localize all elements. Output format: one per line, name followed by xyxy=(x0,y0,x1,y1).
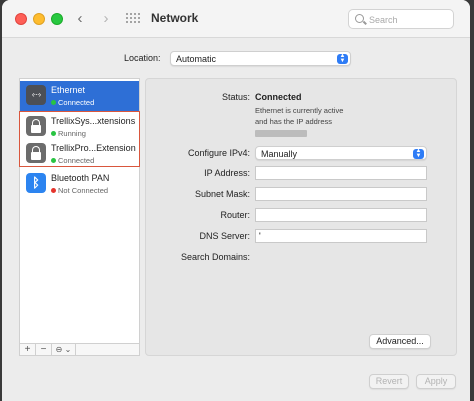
service-name: Bluetooth PAN xyxy=(51,173,110,183)
status-value: Connected xyxy=(255,92,302,102)
service-name: TrellixSys...xtensions xyxy=(51,116,136,126)
status-dot xyxy=(51,188,56,193)
service-name: Ethernet xyxy=(51,85,86,95)
status-description-text: Ethernet is currently active and has the… xyxy=(255,106,344,126)
status-dot xyxy=(51,100,56,105)
back-chevron-icon[interactable]: ‹ xyxy=(73,10,87,28)
location-popup[interactable]: Automatic ▲ ▼ xyxy=(170,51,351,66)
router-label: Router: xyxy=(220,210,250,220)
search-domains-label: Search Domains: xyxy=(180,252,250,262)
service-item-trellix-pro-extension[interactable]: TrellixPro...Extension Connected xyxy=(20,139,139,169)
popup-chevron-icon: ▲ ▼ xyxy=(337,53,348,64)
search-box[interactable] xyxy=(348,9,454,29)
network-window: ‹ › Network Location: Automatic ▲▼ ‹···›… xyxy=(2,0,470,401)
location-value: Automatic xyxy=(176,54,217,64)
subnet-mask-field[interactable] xyxy=(255,187,427,201)
service-item-bluetooth-pan[interactable]: ᛒ Bluetooth PAN Not Connected xyxy=(20,169,139,199)
router-field[interactable] xyxy=(255,208,427,222)
service-status: Connected xyxy=(58,98,95,107)
dns-server-field[interactable] xyxy=(255,229,427,243)
ethernet-icon: ‹···› xyxy=(26,85,46,105)
status-dot xyxy=(51,158,56,163)
status-label: Status: xyxy=(221,92,250,102)
lock-icon xyxy=(26,143,46,163)
show-all-grid-icon[interactable] xyxy=(126,13,140,25)
service-status: Running xyxy=(58,129,86,138)
minimize-button[interactable] xyxy=(33,13,45,25)
service-name: TrellixPro...Extension xyxy=(51,143,136,153)
close-button[interactable] xyxy=(15,13,27,25)
service-status: Not Connected xyxy=(58,186,109,195)
service-list: ‹···› Ethernet Connected TrellixSys...xt… xyxy=(19,78,140,356)
ip-address-label: IP Address: xyxy=(204,168,250,178)
configure-ipv4-value: Manually xyxy=(261,149,298,159)
redacted-ip xyxy=(255,129,307,137)
revert-button[interactable]: Revert xyxy=(369,374,409,389)
subnet-mask-label: Subnet Mask: xyxy=(194,189,250,199)
status-description: Ethernet is currently active and has the… xyxy=(255,105,355,138)
search-input[interactable] xyxy=(369,13,449,26)
ip-address-field[interactable] xyxy=(255,166,427,180)
add-service-button[interactable]: + xyxy=(20,344,36,355)
remove-service-button[interactable]: − xyxy=(36,344,52,355)
bluetooth-icon: ᛒ xyxy=(26,173,46,193)
search-icon xyxy=(355,14,364,23)
zoom-button[interactable] xyxy=(51,13,63,25)
configure-ipv4-label: Configure IPv4: xyxy=(187,148,250,158)
service-item-ethernet[interactable]: ‹···› Ethernet Connected xyxy=(20,81,139,111)
title-bar: ‹ › Network xyxy=(2,0,470,38)
configure-ipv4-popup[interactable]: Manually ▲ ▼ xyxy=(255,146,427,160)
dns-server-label: DNS Server: xyxy=(199,231,250,241)
apply-button[interactable]: Apply xyxy=(416,374,456,389)
action-menu-button[interactable]: ⊖ ⌄ xyxy=(52,344,76,355)
service-status: Connected xyxy=(58,156,95,165)
location-label: Location: xyxy=(124,53,161,63)
advanced-button[interactable]: Advanced... xyxy=(369,334,431,349)
window-title: Network xyxy=(151,11,199,25)
popup-chevron-icon: ▲ ▼ xyxy=(413,148,424,159)
status-dot xyxy=(51,131,56,136)
forward-chevron-icon[interactable]: › xyxy=(99,10,113,28)
service-item-trellix-system-extensions[interactable]: TrellixSys...xtensions Running xyxy=(20,112,139,142)
service-list-toolbar: + − ⊖ ⌄ xyxy=(19,343,140,356)
lock-icon xyxy=(26,116,46,136)
